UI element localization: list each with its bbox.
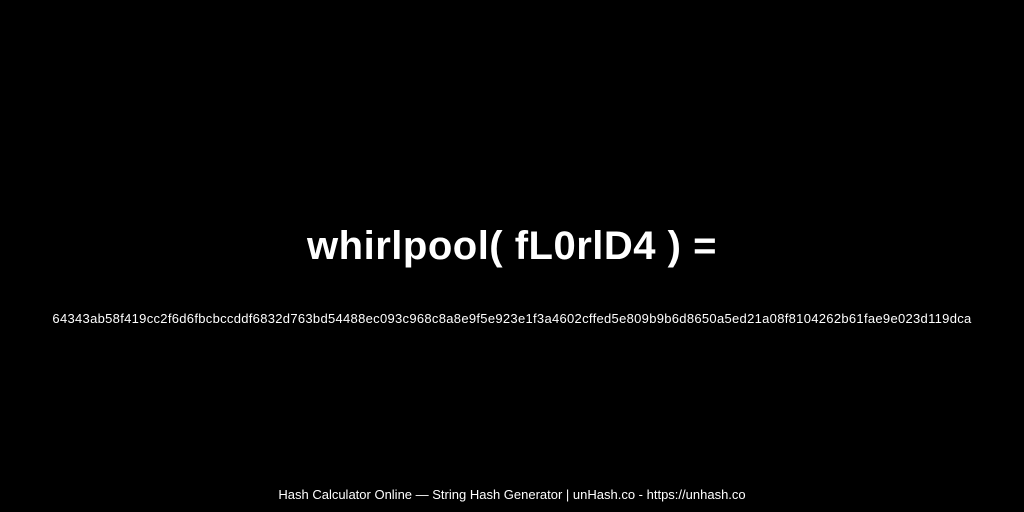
hash-output-value: 64343ab58f419cc2f6d6fbcbccddf6832d763bd5… (52, 311, 971, 326)
footer-attribution: Hash Calculator Online — String Hash Gen… (0, 487, 1024, 502)
main-content: whirlpool( fL0rlD4 ) = 64343ab58f419cc2f… (52, 224, 971, 326)
hash-expression-heading: whirlpool( fL0rlD4 ) = (307, 224, 717, 269)
